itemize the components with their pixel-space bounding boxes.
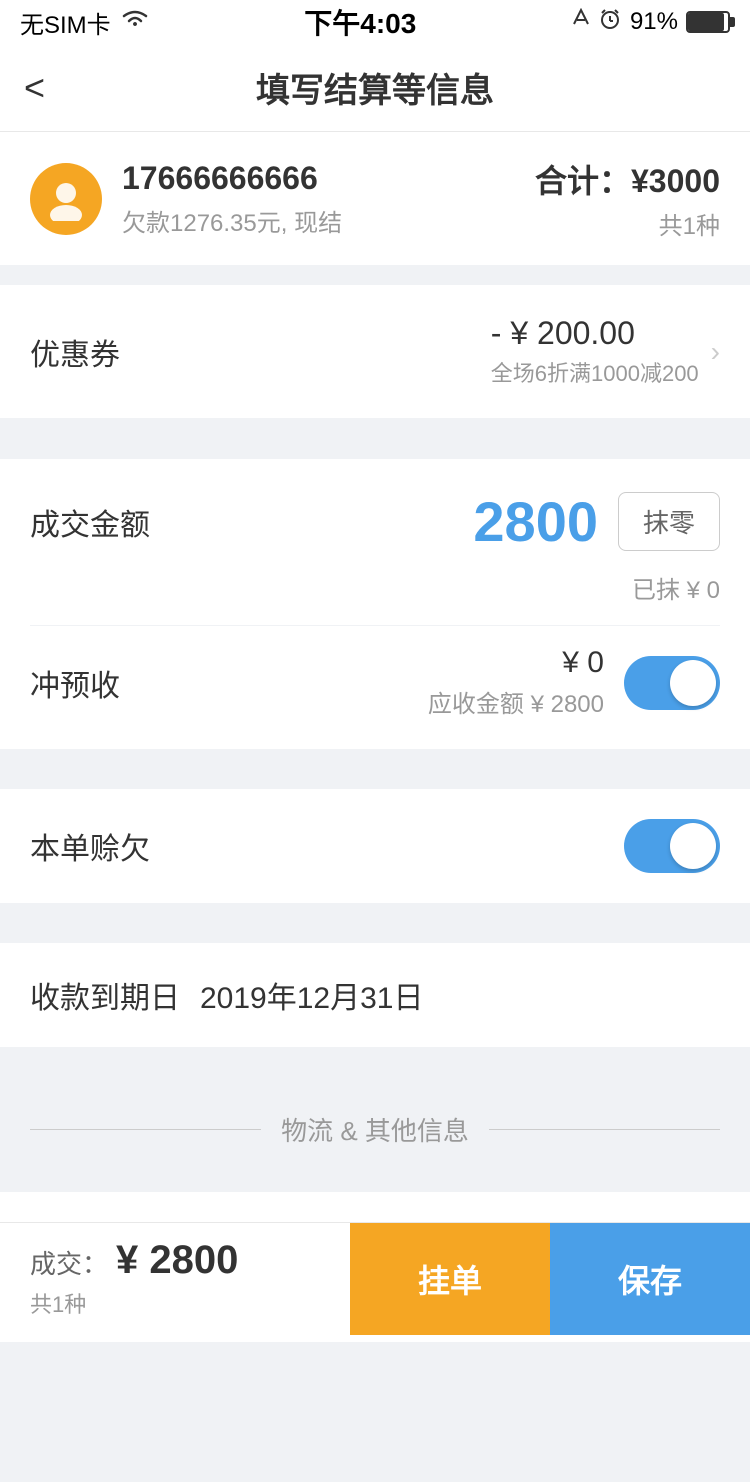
due-date-value: 2019年12月31日 bbox=[200, 973, 423, 1017]
debt-toggle-knob bbox=[670, 823, 716, 869]
round-button[interactable]: 抹零 bbox=[618, 492, 720, 551]
coupon-discount: - ¥ 200.00 bbox=[491, 315, 699, 352]
logistics-divider-right bbox=[489, 1129, 720, 1130]
battery-percent: 91% bbox=[630, 8, 678, 36]
divider-line bbox=[30, 625, 720, 626]
coupon-right: - ¥ 200.00 全场6折满1000减200 › bbox=[491, 315, 720, 388]
bottom-deal-label: 成交： bbox=[30, 1244, 108, 1281]
amount-label: 成交金额 bbox=[30, 500, 150, 544]
due-date-section: 收款到期日 2019年12月31日 bbox=[0, 943, 750, 1047]
bottom-amount: ¥ 2800 bbox=[116, 1238, 238, 1283]
customer-debt: 欠款1276.35元, 现结 bbox=[122, 203, 342, 238]
status-left: 无SIM卡 bbox=[20, 5, 149, 40]
total-amount: 合计：¥3000 bbox=[535, 156, 720, 202]
toggle-knob bbox=[670, 660, 716, 706]
section-divider-3 bbox=[0, 923, 750, 943]
status-right: 91% bbox=[572, 7, 730, 38]
prepay-label: 冲预收 bbox=[30, 661, 120, 705]
wifi-icon bbox=[121, 8, 149, 37]
status-time: 下午4:03 bbox=[304, 2, 416, 42]
status-bar: 无SIM卡 下午4:03 91% bbox=[0, 0, 750, 44]
back-button[interactable]: < bbox=[24, 67, 45, 109]
battery-icon bbox=[686, 11, 730, 33]
logistics-divider-left bbox=[30, 1129, 261, 1130]
location-icon bbox=[572, 8, 590, 37]
section-divider-4 bbox=[0, 1067, 750, 1087]
debt-toggle[interactable] bbox=[624, 819, 720, 873]
section-divider-2 bbox=[0, 769, 750, 789]
battery-fill bbox=[688, 13, 724, 31]
due-date-row: 收款到期日 2019年12月31日 bbox=[30, 973, 720, 1017]
coupon-detail: 全场6折满1000减200 bbox=[491, 356, 699, 388]
total-count: 共1种 bbox=[535, 206, 720, 241]
customer-left: 17666666666 欠款1276.35元, 现结 bbox=[30, 160, 342, 238]
customer-phone: 17666666666 bbox=[122, 160, 342, 197]
amount-sub: 已抹 ¥ 0 bbox=[30, 570, 720, 605]
alarm-icon bbox=[598, 7, 622, 38]
customer-card: 17666666666 欠款1276.35元, 现结 合计：¥3000 共1种 bbox=[0, 132, 750, 265]
prepay-sub: 应收金额 ¥ 2800 bbox=[428, 684, 604, 719]
save-button[interactable]: 保存 bbox=[550, 1223, 750, 1335]
prepay-value-block: ¥ 0 应收金额 ¥ 2800 bbox=[428, 646, 604, 719]
prepay-row: 冲预收 ¥ 0 应收金额 ¥ 2800 bbox=[30, 646, 720, 719]
amount-section: 成交金额 2800 抹零 已抹 ¥ 0 冲预收 ¥ 0 应收金额 ¥ 2800 bbox=[0, 459, 750, 749]
prepay-value: ¥ 0 bbox=[428, 646, 604, 680]
prepay-right: ¥ 0 应收金额 ¥ 2800 bbox=[428, 646, 720, 719]
amount-row: 成交金额 2800 抹零 bbox=[30, 489, 720, 554]
section-divider-1 bbox=[0, 439, 750, 459]
logistics-label: 物流 & 其他信息 bbox=[281, 1111, 469, 1148]
bottom-summary: 成交： ¥ 2800 共1种 bbox=[0, 1238, 350, 1319]
chevron-right-icon: › bbox=[711, 336, 720, 368]
coupon-row[interactable]: 优惠券 - ¥ 200.00 全场6折满1000减200 › bbox=[0, 285, 750, 419]
due-date-label: 收款到期日 bbox=[30, 973, 180, 1017]
customer-right: 合计：¥3000 共1种 bbox=[535, 156, 720, 241]
bottom-bar: 成交： ¥ 2800 共1种 挂单 保存 bbox=[0, 1222, 750, 1334]
prepay-toggle[interactable] bbox=[624, 656, 720, 710]
coupon-label: 优惠券 bbox=[30, 330, 120, 374]
logistics-section: 物流 & 其他信息 bbox=[0, 1087, 750, 1172]
nav-bar: < 填写结算等信息 bbox=[0, 44, 750, 132]
debt-label: 本单赊欠 bbox=[30, 824, 150, 868]
pending-button[interactable]: 挂单 bbox=[350, 1223, 550, 1335]
carrier-label: 无SIM卡 bbox=[20, 5, 111, 40]
page-title: 填写结算等信息 bbox=[256, 63, 494, 112]
amount-value: 2800 bbox=[473, 489, 598, 554]
debt-section: 本单赊欠 bbox=[0, 789, 750, 903]
amount-right: 2800 抹零 bbox=[473, 489, 720, 554]
bottom-count: 共1种 bbox=[30, 1287, 320, 1319]
customer-info: 17666666666 欠款1276.35元, 现结 bbox=[122, 160, 342, 238]
avatar bbox=[30, 163, 102, 235]
